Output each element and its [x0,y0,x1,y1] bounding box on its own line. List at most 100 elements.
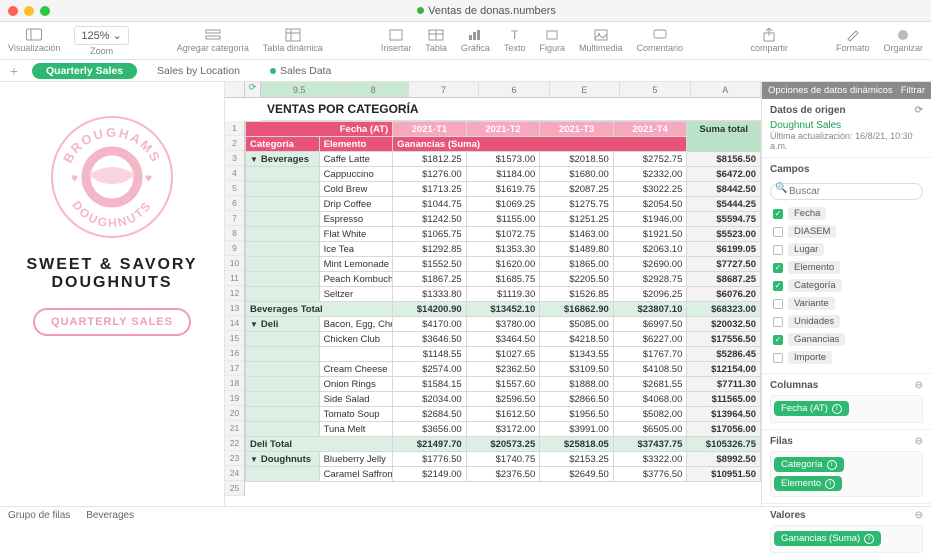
row-number[interactable]: 12 [225,286,244,301]
table-row[interactable]: Tomato Soup$2684.50$1612.50$1956.50$5082… [246,407,761,422]
table-row[interactable]: ▼DeliBacon, Egg, Cheese$4170.00$3780.00$… [246,317,761,332]
table-row[interactable]: Caramel Saffron$2149.00$2376.50$2649.50$… [246,467,761,482]
checkbox-icon[interactable]: ✓ [773,335,783,345]
organize-button[interactable]: Organizar [883,28,923,53]
row-number[interactable]: 19 [225,391,244,406]
table-row[interactable]: Cream Cheese$2574.00$2362.50$3109.50$410… [246,362,761,377]
table-row[interactable]: Flat White$1065.75$1072.75$1463.00$1921.… [246,227,761,242]
view-button[interactable]: Visualización [8,28,60,53]
fullscreen-icon[interactable] [40,6,50,16]
field-row-lugar[interactable]: Lugar [770,241,923,258]
row-number[interactable]: 5 [225,181,244,196]
shape-button[interactable]: Figura [539,28,565,53]
pivot-table-button[interactable]: Tabla dinámica [263,28,323,53]
info-icon[interactable]: i [832,404,842,414]
table-row[interactable]: Tuna Melt$3656.00$3172.00$3991.00$6505.0… [246,422,761,437]
info-icon[interactable]: i [825,479,835,489]
table-row[interactable]: Chicken Club$3646.50$3464.50$4218.50$622… [246,332,761,347]
remove-icon[interactable]: ⊖ [915,510,923,521]
values-dropzone[interactable]: Ganancias (Suma)i [770,525,923,553]
chip-ganancias[interactable]: Ganancias (Suma)i [774,531,881,546]
remove-icon[interactable]: ⊖ [915,436,923,447]
remove-icon[interactable]: ⊖ [915,380,923,391]
row-number[interactable]: 10 [225,256,244,271]
zoom-value[interactable]: 125% ⌄ [74,26,128,45]
row-number[interactable]: 2 [225,136,244,151]
minimize-icon[interactable] [24,6,34,16]
field-row-elemento[interactable]: ✓Elemento [770,259,923,276]
media-button[interactable]: Multimedia [579,28,623,53]
field-row-variante[interactable]: Variante [770,295,923,312]
field-row-fecha[interactable]: ✓Fecha [770,205,923,222]
checkbox-icon[interactable] [773,317,783,327]
table-row[interactable]: Cappuccino$1276.00$1184.00$1680.00$2332.… [246,167,761,182]
checkbox-icon[interactable] [773,353,783,363]
table-row[interactable]: Onion Rings$1584.15$1557.60$1888.00$2681… [246,377,761,392]
field-row-ganancias[interactable]: ✓Ganancias [770,331,923,348]
refresh-icon[interactable]: ⟳ [915,105,923,116]
share-button[interactable]: compartir [750,28,788,53]
add-sheet-button[interactable]: + [6,63,22,79]
col-header[interactable]: 9.5 [261,82,338,97]
row-number[interactable]: 4 [225,166,244,181]
row-number[interactable]: 25 [225,481,244,496]
table-row[interactable]: Peach Kombucha$1867.25$1685.75$2205.50$2… [246,272,761,287]
tab-quarterly-sales[interactable]: Quarterly Sales [32,63,137,79]
columns-dropzone[interactable]: Fecha (AT)i [770,395,923,423]
table-row[interactable]: Ice Tea$1292.85$1353.30$1489.80$2063.10$… [246,242,761,257]
table-button[interactable]: Tabla [425,28,447,53]
close-icon[interactable] [8,6,18,16]
table-row[interactable]: ▼DoughnutsBlueberry Jelly$1776.50$1740.7… [246,452,761,467]
field-search-input[interactable] [770,183,923,200]
table-row[interactable]: Seltzer$1333.80$1119.30$1526.85$2096.25$… [246,287,761,302]
row-number[interactable]: 24 [225,466,244,481]
filter-tab[interactable]: Filtrar [901,85,925,96]
insert-button[interactable]: Insertar [381,28,412,53]
pivot-options-tab[interactable]: Opciones de datos dinámicos [768,85,893,96]
row-number[interactable]: 6 [225,196,244,211]
row-number[interactable]: 14 [225,316,244,331]
chart-button[interactable]: Gráfica [461,28,490,53]
row-number[interactable]: 7 [225,211,244,226]
row-number[interactable]: 22 [225,436,244,451]
checkbox-icon[interactable]: ✓ [773,209,783,219]
grid[interactable]: Fecha (AT) 2021-T1 2021-T2 2021-T3 2021-… [245,121,761,496]
quarterly-sales-button[interactable]: QUARTERLY SALES [33,308,191,336]
text-button[interactable]: T Texto [504,28,526,53]
checkbox-icon[interactable] [773,245,783,255]
col-header[interactable]: 5 [620,82,690,97]
comment-button[interactable]: Comentario [636,28,683,53]
checkbox-icon[interactable] [773,299,783,309]
checkbox-icon[interactable]: ✓ [773,281,783,291]
tab-sales-data[interactable]: Sales Data [260,63,341,79]
zoom-control[interactable]: 125% ⌄ Zoom [74,26,128,56]
checkbox-icon[interactable] [773,227,783,237]
rows-dropzone[interactable]: Categoríai Elementoi [770,451,923,497]
col-header[interactable]: E [550,82,620,97]
field-row-diasem[interactable]: DIASEM [770,223,923,240]
subtotal-row[interactable]: Beverages Total$14200.90$13452.10$16862.… [246,302,761,317]
add-category-button[interactable]: Agregar categoría [177,28,249,53]
info-icon[interactable]: i [864,534,874,544]
row-number[interactable]: 8 [225,226,244,241]
source-link[interactable]: Doughnut Sales [770,120,923,131]
info-icon[interactable]: i [827,460,837,470]
chip-categoria[interactable]: Categoríai [774,457,844,472]
gear-col-icon[interactable]: ⟳ [245,82,261,97]
row-number[interactable]: 3 [225,151,244,166]
tab-sales-by-location[interactable]: Sales by Location [147,63,250,79]
chip-elemento[interactable]: Elementoi [774,476,842,491]
corner-handle[interactable] [225,82,245,97]
row-number[interactable]: 21 [225,421,244,436]
row-number[interactable]: 15 [225,331,244,346]
row-number[interactable]: 13 [225,301,244,316]
table-row[interactable]: Mint Lemonade$1552.50$1620.00$1865.00$26… [246,257,761,272]
table-row[interactable]: Side Salad$2034.00$2596.50$2866.50$4068.… [246,392,761,407]
chip-fecha[interactable]: Fecha (AT)i [774,401,849,416]
subtotal-row[interactable]: Deli Total$21497.70$20573.25$25818.05$37… [246,437,761,452]
row-number[interactable]: 18 [225,376,244,391]
row-number[interactable]: 20 [225,406,244,421]
table-row[interactable]: ▼BeveragesCaffe Latte$1812.25$1573.00$20… [246,152,761,167]
table-row[interactable]: Drip Coffee$1044.75$1069.25$1275.75$2054… [246,197,761,212]
field-row-importe[interactable]: Importe [770,349,923,366]
